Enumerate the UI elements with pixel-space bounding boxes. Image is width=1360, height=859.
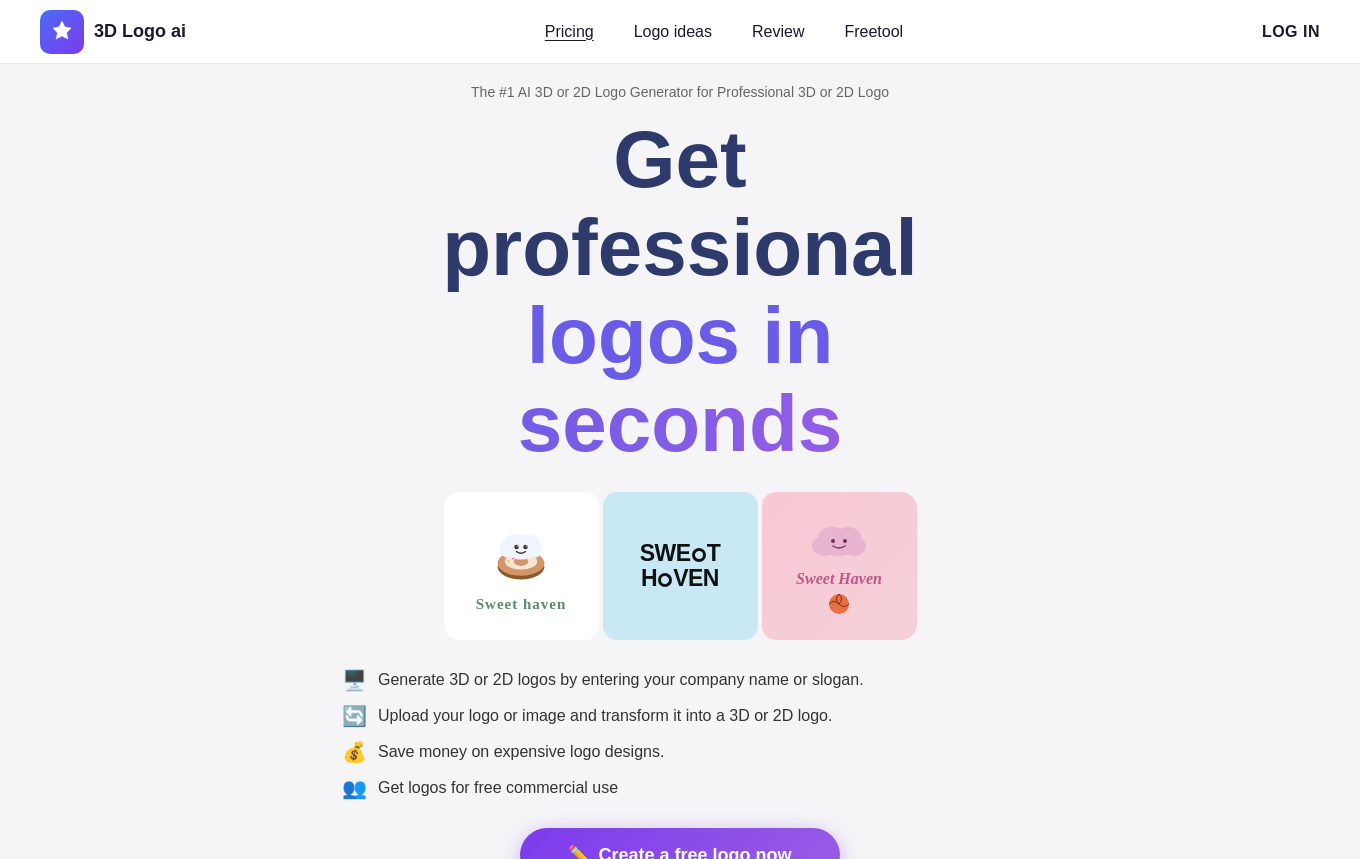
showcase-card-1: Sweet haven [444, 492, 599, 640]
main-content: The #1 AI 3D or 2D Logo Generator for Pr… [0, 64, 1360, 859]
card3-content: Sweet Haven [794, 516, 884, 616]
hero-title: Get professional logos in seconds [442, 116, 918, 468]
showcase-card-2: SWET HVEN [603, 492, 758, 640]
nav-links: Pricing Logo ideas Review Freetool [545, 23, 903, 41]
svg-point-22 [831, 539, 835, 543]
login-button[interactable]: LOG IN [1262, 23, 1320, 41]
card3-brand: Sweet Haven [796, 570, 882, 588]
nav-item-logo-ideas[interactable]: Logo ideas [634, 23, 712, 41]
cta-icon: ✏️ [568, 844, 590, 859]
brand-logo[interactable]: 3D Logo ai [40, 10, 186, 54]
hero-subtitle: The #1 AI 3D or 2D Logo Generator for Pr… [471, 84, 889, 100]
feature-item-4: 👥 Get logos for free commercial use [340, 776, 864, 800]
card3-cloud-icon [794, 516, 884, 566]
logo-icon [40, 10, 84, 54]
nav-item-review[interactable]: Review [752, 23, 804, 41]
showcase-card-3: Sweet Haven [762, 492, 917, 640]
feature-text-3: Save money on expensive logo designs. [378, 743, 664, 761]
nav-link-freetool[interactable]: Freetool [844, 23, 903, 40]
card2-content: SWET HVEN [640, 541, 720, 592]
feature-icon-3: 💰 [340, 740, 368, 764]
feature-icon-2: 🔄 [340, 704, 368, 728]
feature-icon-4: 👥 [340, 776, 368, 800]
logo-showcase: Sweet haven SWET HVEN [444, 492, 917, 640]
nav-item-freetool[interactable]: Freetool [844, 23, 903, 41]
hero-title-line4: seconds [442, 380, 918, 468]
navigation: 3D Logo ai Pricing Logo ideas Review Fre… [0, 0, 1360, 64]
svg-point-13 [514, 544, 519, 549]
cloud-donut-icon [485, 520, 557, 592]
basketball-icon [827, 592, 851, 616]
nav-item-pricing[interactable]: Pricing [545, 23, 594, 41]
feature-item-3: 💰 Save money on expensive logo designs. [340, 740, 864, 764]
feature-text-1: Generate 3D or 2D logos by entering your… [378, 671, 864, 689]
feature-icon-1: 🖥️ [340, 668, 368, 692]
cta-label: Create a free logo now [598, 845, 791, 860]
card1-brand: Sweet haven [476, 596, 567, 613]
card1-content: Sweet haven [476, 520, 567, 613]
nav-link-pricing[interactable]: Pricing [545, 23, 594, 40]
hero-title-line2: professional [442, 204, 918, 292]
feature-text-2: Upload your logo or image and transform … [378, 707, 832, 725]
svg-point-23 [843, 539, 847, 543]
svg-point-21 [835, 527, 861, 547]
features-list: 🖥️ Generate 3D or 2D logos by entering y… [340, 668, 864, 800]
feature-item-2: 🔄 Upload your logo or image and transfor… [340, 704, 864, 728]
hero-title-line3: logos in [442, 292, 918, 380]
svg-point-14 [523, 544, 528, 549]
nav-link-review[interactable]: Review [752, 23, 804, 40]
create-logo-button[interactable]: ✏️ Create a free logo now [520, 828, 839, 859]
svg-point-15 [517, 545, 518, 546]
hero-title-line1: Get [442, 116, 918, 204]
feature-item-1: 🖥️ Generate 3D or 2D logos by entering y… [340, 668, 864, 692]
feature-text-4: Get logos for free commercial use [378, 779, 618, 797]
svg-point-12 [520, 534, 540, 550]
brand-name: 3D Logo ai [94, 21, 186, 42]
svg-point-16 [526, 545, 527, 546]
nav-link-logo-ideas[interactable]: Logo ideas [634, 23, 712, 40]
